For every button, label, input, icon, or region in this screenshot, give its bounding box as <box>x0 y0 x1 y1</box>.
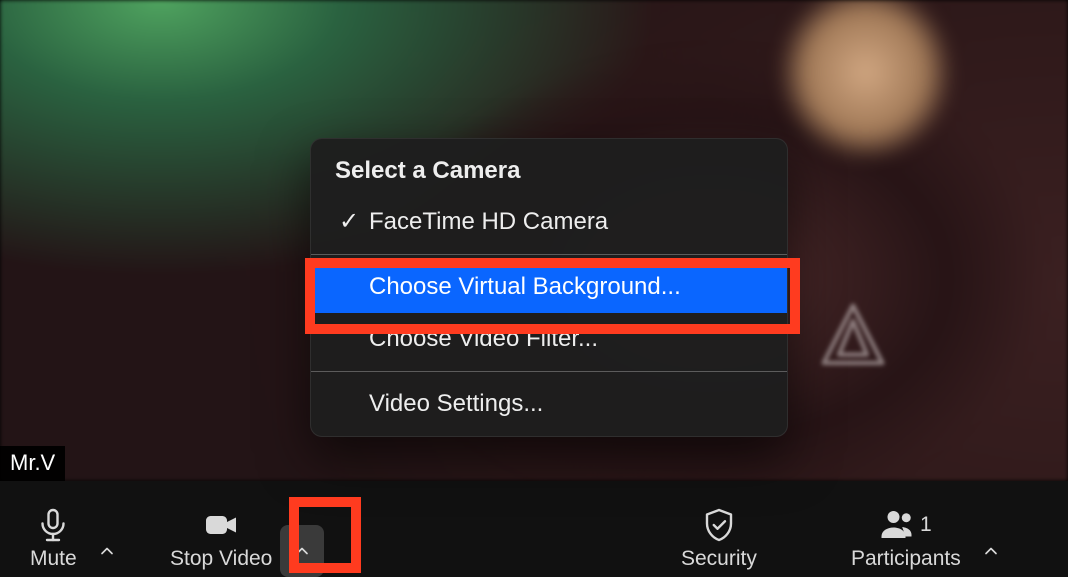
mute-button[interactable]: Mute <box>22 481 85 577</box>
checkmark-icon: ✓ <box>335 207 363 236</box>
participant-name-tag: Mr.V <box>0 446 65 481</box>
menu-separator <box>311 254 787 255</box>
menu-item-camera-facetime[interactable]: ✓ FaceTime HD Camera <box>311 195 787 248</box>
video-options-caret[interactable] <box>280 525 324 577</box>
participants-icon <box>880 505 916 546</box>
participants-button[interactable]: 1 Participants <box>843 481 969 577</box>
security-button[interactable]: Security <box>673 481 765 577</box>
menu-item-label: FaceTime HD Camera <box>363 208 608 236</box>
menu-item-label: Video Settings... <box>335 390 543 418</box>
toolbar-label: Participants <box>851 547 961 571</box>
menu-item-video-settings[interactable]: Video Settings... <box>311 378 787 430</box>
video-camera-icon <box>201 505 241 545</box>
toolbar-label: Security <box>681 547 757 571</box>
mute-options-caret[interactable] <box>85 525 129 577</box>
menu-item-label: Choose Video Filter... <box>335 325 598 353</box>
menu-item-video-filter[interactable]: Choose Video Filter... <box>311 313 787 365</box>
menu-item-virtual-background[interactable]: Choose Virtual Background... <box>311 261 787 313</box>
shield-icon <box>699 505 739 545</box>
toolbar-label: Mute <box>30 547 77 571</box>
meeting-toolbar: Mute Stop Video Security <box>0 481 1068 577</box>
microphone-icon <box>33 505 73 545</box>
shirt-logo-icon <box>818 300 888 370</box>
video-options-menu: Select a Camera ✓ FaceTime HD Camera Cho… <box>310 138 788 437</box>
menu-separator <box>311 371 787 372</box>
menu-title: Select a Camera <box>311 151 787 195</box>
menu-item-label: Choose Virtual Background... <box>335 273 681 301</box>
participant-count: 1 <box>920 513 932 537</box>
toolbar-label: Stop Video <box>170 547 272 571</box>
stop-video-button[interactable]: Stop Video <box>162 481 280 577</box>
participants-options-caret[interactable] <box>969 525 1013 577</box>
